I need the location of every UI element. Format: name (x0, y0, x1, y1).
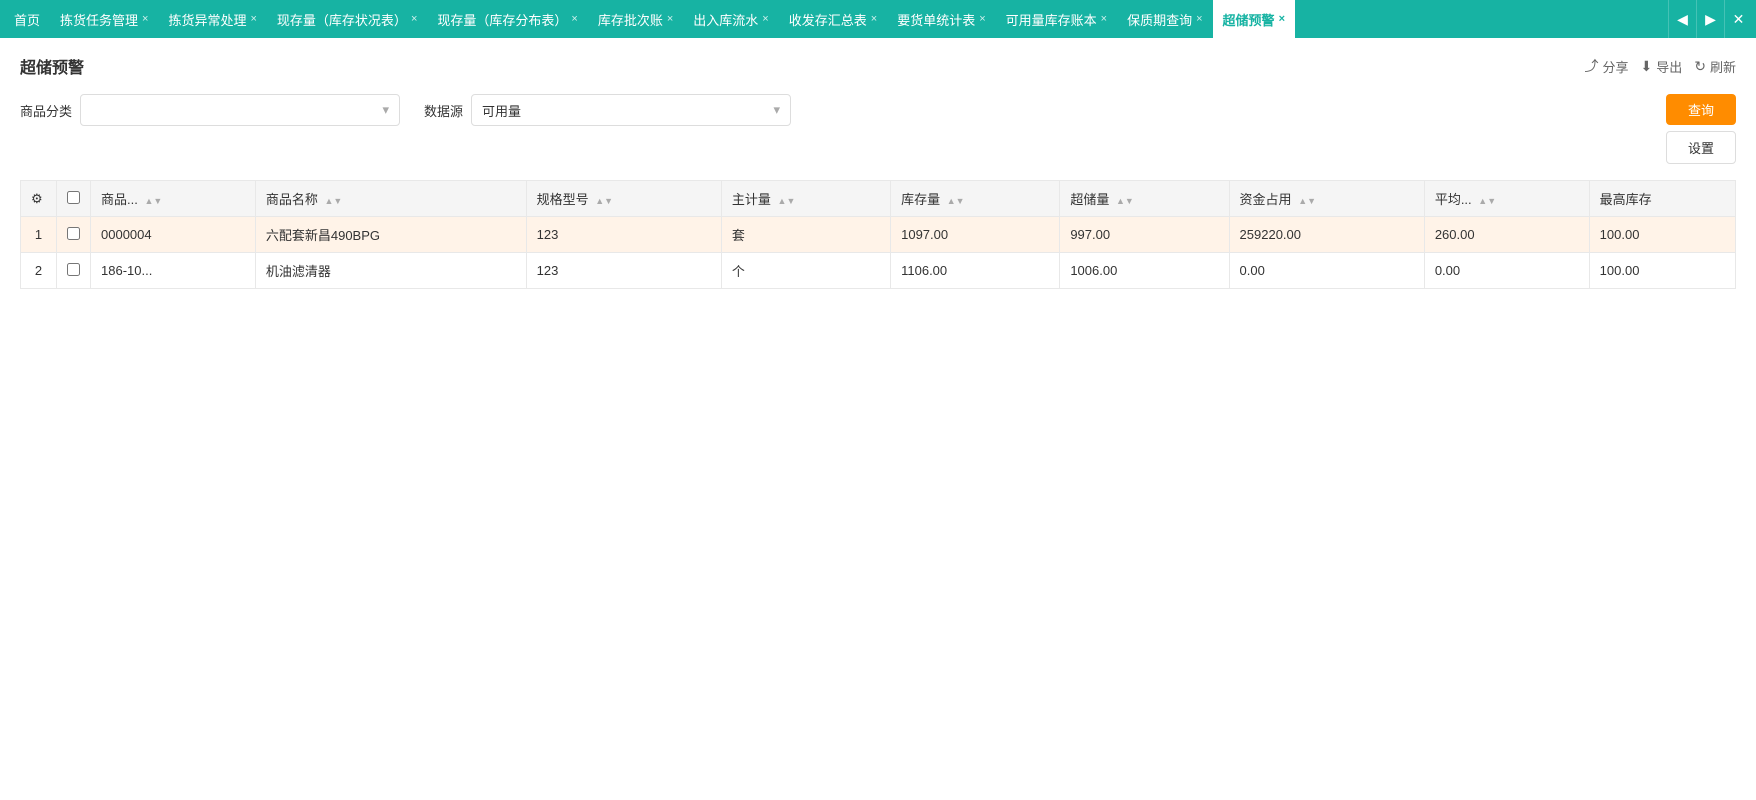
action-buttons: 查询 设置 (1666, 94, 1736, 164)
export-button[interactable]: ⬇ 导出 (1641, 57, 1683, 76)
table-header-row: ⚙ 商品... ▲▼ 商品名称 ▲▼ 规格型号 ▲▼ 主计 (21, 181, 1736, 217)
row-checkbox[interactable] (67, 263, 80, 276)
sort-icon-stock: ▲▼ (947, 196, 965, 206)
page-content: 超储预警 ⤴ 分享 ⬇ 导出 ↻ 刷新 商品分类 (0, 38, 1756, 800)
data-table: ⚙ 商品... ▲▼ 商品名称 ▲▼ 规格型号 ▲▼ 主计 (20, 180, 1736, 289)
column-gear[interactable]: ⚙ (21, 181, 57, 217)
column-stock[interactable]: 库存量 ▲▼ (891, 181, 1060, 217)
nav-item-flow[interactable]: 出入库流水 × (683, 0, 778, 38)
cell-maxstock: 100.00 (1589, 253, 1735, 289)
row-number: 2 (21, 253, 57, 289)
nav-close-order-stat[interactable]: × (979, 13, 985, 25)
row-checkbox-cell[interactable] (57, 253, 91, 289)
cell-capital: 0.00 (1229, 253, 1424, 289)
nav-item-summary[interactable]: 收发存汇总表 × (779, 0, 887, 38)
settings-button[interactable]: 设置 (1666, 131, 1736, 164)
refresh-button[interactable]: ↻ 刷新 (1694, 57, 1736, 76)
header-actions: ⤴ 分享 ⬇ 导出 ↻ 刷新 (1584, 56, 1736, 76)
page-title: 超储预警 (20, 54, 84, 78)
nav-item-home[interactable]: 首页 (4, 0, 50, 38)
cell-unit: 套 (721, 217, 890, 253)
share-button[interactable]: ⤴ 分享 (1584, 56, 1628, 76)
table-row: 2 186-10... 机油滤清器 123 个 1106.00 1006.00 … (21, 253, 1736, 289)
row-checkbox-cell[interactable] (57, 217, 91, 253)
nav-arrow-close[interactable]: ✕ (1724, 0, 1752, 38)
nav-close-overstock[interactable]: × (1279, 13, 1285, 25)
nav-close-summary[interactable]: × (871, 13, 877, 25)
cell-avg: 260.00 (1424, 217, 1589, 253)
sort-icon-name: ▲▼ (325, 196, 343, 206)
datasource-value: 可用量 (482, 101, 521, 120)
category-label: 商品分类 (20, 101, 72, 120)
cell-unit: 个 (721, 253, 890, 289)
column-capital[interactable]: 资金占用 ▲▼ (1229, 181, 1424, 217)
nav-item-overstock[interactable]: 超储预警 × (1213, 0, 1295, 38)
column-select-all[interactable] (57, 181, 91, 217)
query-button[interactable]: 查询 (1666, 94, 1736, 125)
column-code[interactable]: 商品... ▲▼ (91, 181, 256, 217)
nav-arrow-left[interactable]: ◀ (1668, 0, 1696, 38)
top-navigation: 首页 拣货任务管理 × 拣货异常处理 × 现存量（库存状况表） × 现存量（库存… (0, 0, 1756, 38)
nav-close-stock-dist[interactable]: × (571, 13, 577, 25)
refresh-icon: ↻ (1694, 58, 1706, 75)
column-avg[interactable]: 平均... ▲▼ (1424, 181, 1589, 217)
column-unit[interactable]: 主计量 ▲▼ (721, 181, 890, 217)
datasource-filter: 数据源 可用量 (424, 94, 791, 126)
cell-code: 186-10... (91, 253, 256, 289)
nav-item-stock-status[interactable]: 现存量（库存状况表） × (267, 0, 427, 38)
nav-item-exception[interactable]: 拣货异常处理 × (158, 0, 266, 38)
category-filter: 商品分类 (20, 94, 400, 126)
nav-arrows-container: ◀ ▶ ✕ (1668, 0, 1752, 38)
column-spec[interactable]: 规格型号 ▲▼ (526, 181, 721, 217)
cell-code: 0000004 (91, 217, 256, 253)
cell-stock: 1097.00 (891, 217, 1060, 253)
sort-icon-code: ▲▼ (144, 196, 162, 206)
nav-close-stock-status[interactable]: × (411, 13, 417, 25)
cell-spec: 123 (526, 217, 721, 253)
nav-item-task[interactable]: 拣货任务管理 × (50, 0, 158, 38)
nav-item-stock-dist[interactable]: 现存量（库存分布表） × (427, 0, 587, 38)
sort-icon-overstock: ▲▼ (1116, 196, 1134, 206)
cell-overstock: 1006.00 (1060, 253, 1229, 289)
datasource-select[interactable]: 可用量 (471, 94, 791, 126)
row-checkbox[interactable] (67, 227, 80, 240)
sort-icon-spec: ▲▼ (595, 196, 613, 206)
row-number: 1 (21, 217, 57, 253)
cell-name: 机油滤清器 (255, 253, 526, 289)
nav-item-quality[interactable]: 保质期查询 × (1117, 0, 1212, 38)
gear-icon: ⚙ (31, 191, 43, 206)
cell-capital: 259220.00 (1229, 217, 1424, 253)
cell-avg: 0.00 (1424, 253, 1589, 289)
datasource-chevron-icon (774, 102, 781, 118)
datasource-label: 数据源 (424, 101, 463, 120)
nav-close-task[interactable]: × (142, 13, 148, 25)
category-chevron-icon (382, 102, 389, 118)
cell-maxstock: 100.00 (1589, 217, 1735, 253)
share-icon: ⤴ (1584, 56, 1598, 76)
cell-name: 六配套新昌490BPG (255, 217, 526, 253)
nav-close-exception[interactable]: × (250, 13, 256, 25)
nav-close-flow[interactable]: × (762, 13, 768, 25)
nav-close-batch[interactable]: × (667, 13, 673, 25)
table-row: 1 0000004 六配套新昌490BPG 123 套 1097.00 997.… (21, 217, 1736, 253)
nav-arrow-right[interactable]: ▶ (1696, 0, 1724, 38)
cell-stock: 1106.00 (891, 253, 1060, 289)
nav-close-quality[interactable]: × (1196, 13, 1202, 25)
sort-icon-avg: ▲▼ (1478, 196, 1496, 206)
column-overstock[interactable]: 超储量 ▲▼ (1060, 181, 1229, 217)
nav-item-order-stat[interactable]: 要货单统计表 × (887, 0, 995, 38)
sort-icon-capital: ▲▼ (1298, 196, 1316, 206)
nav-item-batch[interactable]: 库存批次账 × (588, 0, 683, 38)
export-icon: ⬇ (1641, 58, 1653, 75)
page-header: 超储预警 ⤴ 分享 ⬇ 导出 ↻ 刷新 (20, 54, 1736, 78)
column-name[interactable]: 商品名称 ▲▼ (255, 181, 526, 217)
column-maxstock[interactable]: 最高库存 (1589, 181, 1735, 217)
nav-item-available[interactable]: 可用量库存账本 × (996, 0, 1117, 38)
cell-spec: 123 (526, 253, 721, 289)
cell-overstock: 997.00 (1060, 217, 1229, 253)
sort-icon-unit: ▲▼ (778, 196, 796, 206)
nav-close-available[interactable]: × (1101, 13, 1107, 25)
select-all-checkbox[interactable] (67, 191, 80, 204)
category-select[interactable] (80, 94, 400, 126)
